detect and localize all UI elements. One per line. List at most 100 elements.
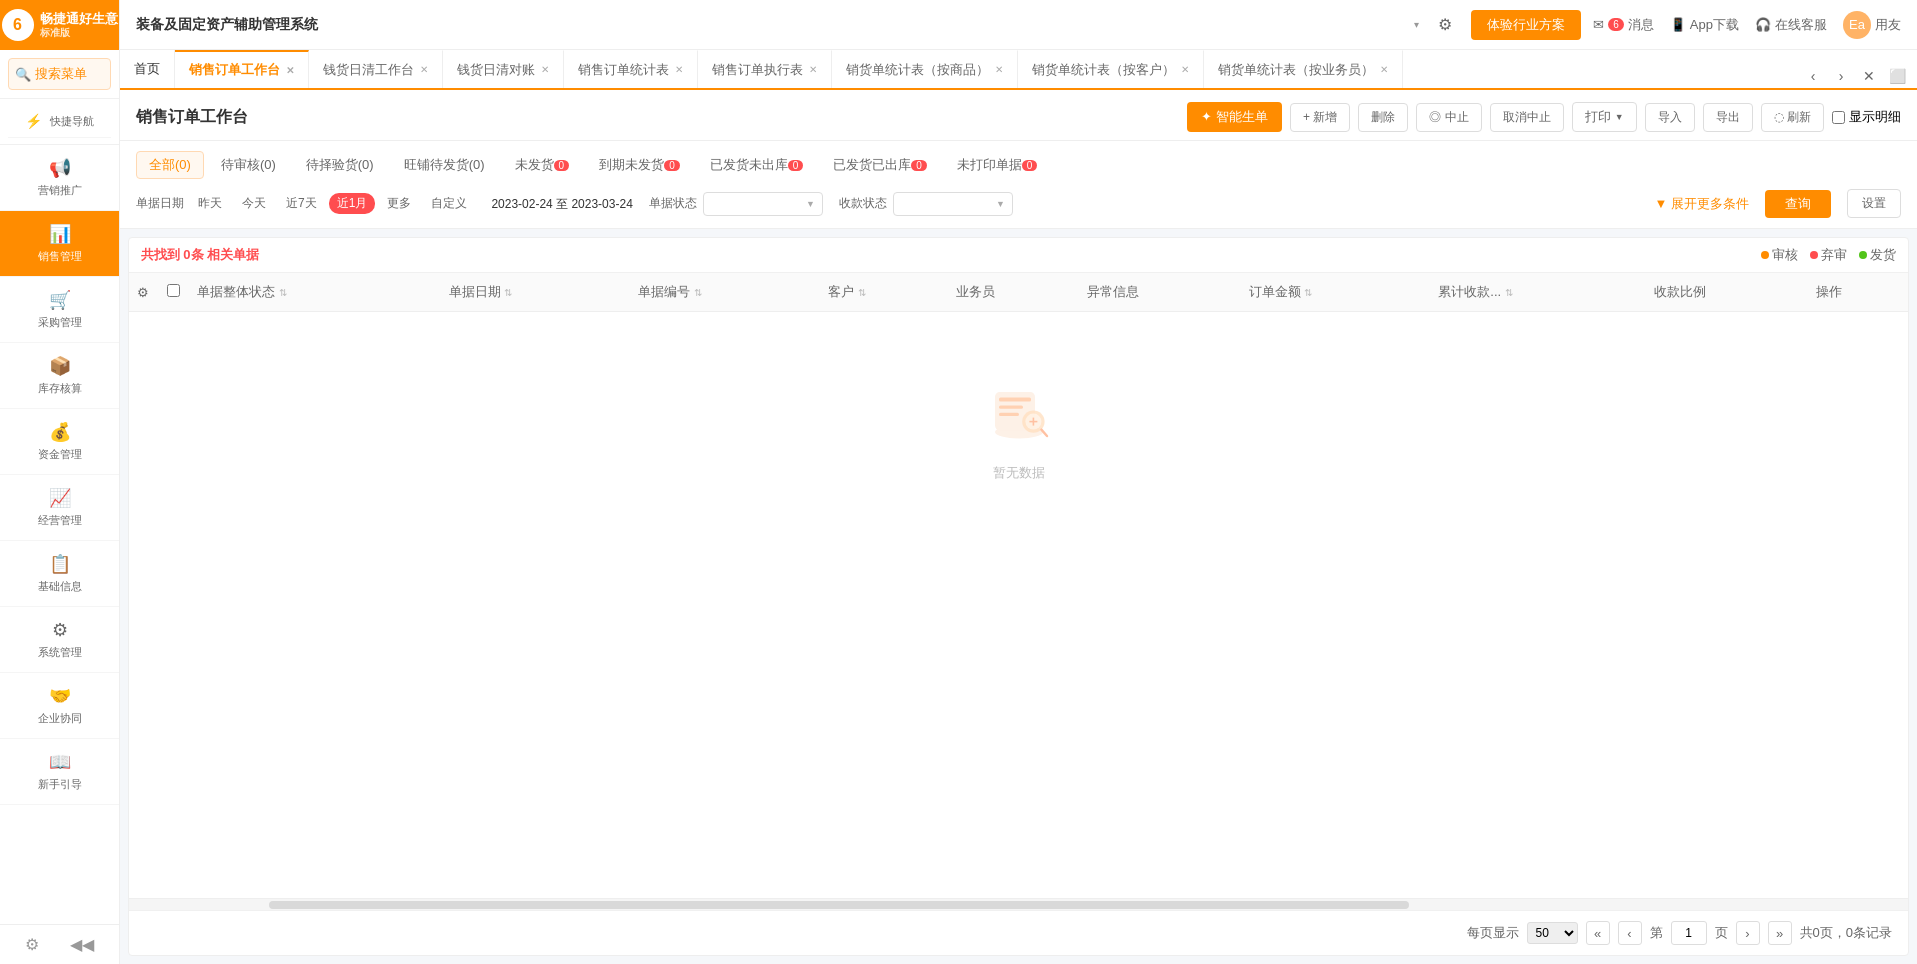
sidebar-item-销售管理[interactable]: 📊销售管理 — [0, 211, 119, 277]
reject-action[interactable]: 弃审 — [1810, 246, 1847, 264]
date-opt-今天[interactable]: 今天 — [234, 193, 274, 214]
tab-close-8[interactable]: ✕ — [1380, 64, 1388, 75]
tab-1[interactable]: 销售订单工作台✕ — [175, 50, 309, 88]
col-customer: 客户 ⇅ — [820, 273, 948, 312]
settings-icon[interactable]: ⚙ — [25, 935, 39, 954]
payment-select[interactable] — [893, 192, 1013, 216]
date-opt-昨天[interactable]: 昨天 — [190, 193, 230, 214]
online-service-button[interactable]: 🎧 在线客服 — [1755, 16, 1827, 34]
prev-page-button[interactable]: ‹ — [1618, 921, 1642, 945]
message-badge: 6 — [1608, 18, 1624, 31]
date-opt-自定义[interactable]: 自定义 — [423, 193, 475, 214]
filter-tab-2[interactable]: 待择验货(0) — [293, 151, 387, 179]
date-opt-近1月[interactable]: 近1月 — [329, 193, 376, 214]
message-button[interactable]: ✉ 6 消息 — [1593, 16, 1654, 34]
sidebar-item-经营管理[interactable]: 📈经营管理 — [0, 475, 119, 541]
nav-icon-1: 📊 — [49, 223, 71, 245]
query-button[interactable]: 查询 — [1765, 190, 1831, 218]
sidebar-item-quick-nav[interactable]: ⚡ 快捷导航 — [8, 105, 111, 138]
status-select[interactable] — [703, 192, 823, 216]
col-checkbox — [159, 273, 189, 312]
show-detail-checkbox[interactable] — [1832, 111, 1845, 124]
tab-7[interactable]: 销货单统计表（按客户）✕ — [1018, 50, 1204, 88]
sort-icon[interactable]: ⇅ — [504, 287, 512, 298]
sidebar-item-库存核算[interactable]: 📦库存核算 — [0, 343, 119, 409]
sidebar-item-基础信息[interactable]: 📋基础信息 — [0, 541, 119, 607]
smart-create-button[interactable]: ✦ 智能生单 — [1187, 102, 1282, 132]
sort-icon[interactable]: ⇅ — [694, 287, 702, 298]
tab-scroll-left-button[interactable]: ‹ — [1801, 64, 1825, 88]
sort-icon[interactable]: ⇅ — [858, 287, 866, 298]
last-page-button[interactable]: » — [1768, 921, 1792, 945]
filter-tab-6[interactable]: 已发货未出库0 — [697, 151, 817, 179]
system-dropdown-arrow[interactable]: ▾ — [1414, 19, 1419, 30]
tab-8[interactable]: 销货单统计表（按业务员）✕ — [1204, 50, 1403, 88]
expand-more-button[interactable]: ▼ 展开更多条件 — [1655, 195, 1749, 213]
filter-tab-0[interactable]: 全部(0) — [136, 151, 204, 179]
filter-tab-8[interactable]: 未打印单据0 — [944, 151, 1051, 179]
collapse-icon[interactable]: ◀◀ — [70, 935, 94, 954]
filter-tab-3[interactable]: 旺铺待发货(0) — [391, 151, 498, 179]
export-button[interactable]: 导出 — [1703, 103, 1753, 132]
tab-6[interactable]: 销货单统计表（按商品）✕ — [832, 50, 1018, 88]
search-menu-button[interactable]: 🔍 搜索菜单 — [8, 58, 111, 90]
page-number-input[interactable] — [1671, 921, 1707, 945]
filter-tab-4[interactable]: 未发货0 — [502, 151, 583, 179]
cancel-stop-button[interactable]: 取消中止 — [1490, 103, 1564, 132]
user-menu-button[interactable]: Ea 用友 — [1843, 11, 1901, 39]
status-select-wrap — [703, 192, 823, 216]
sidebar-item-新手引导[interactable]: 📖新手引导 — [0, 739, 119, 805]
tab-5[interactable]: 销售订单执行表✕ — [698, 50, 832, 88]
tab-maximize-button[interactable]: ⬜ — [1885, 64, 1909, 88]
filter-tab-7[interactable]: 已发货已出库0 — [820, 151, 940, 179]
table-scroll[interactable]: ⚙ 单据整体状态 ⇅ 单据日期 ⇅ 单据编号 ⇅ 客户 ⇅ 业务员 异常信息 订… — [129, 273, 1908, 898]
tab-4[interactable]: 销售订单统计表✕ — [564, 50, 698, 88]
solution-button[interactable]: 体验行业方案 — [1471, 10, 1581, 40]
settings-gear-icon[interactable]: ⚙ — [1431, 11, 1459, 39]
sidebar-item-采购管理[interactable]: 🛒采购管理 — [0, 277, 119, 343]
sidebar-item-企业协同[interactable]: 🤝企业协同 — [0, 673, 119, 739]
scrollbar-thumb[interactable] — [269, 901, 1409, 909]
date-opt-更多[interactable]: 更多 — [379, 193, 419, 214]
show-detail-label[interactable]: 显示明细 — [1832, 108, 1901, 126]
sort-icon[interactable]: ⇅ — [1304, 287, 1312, 298]
tab-close-5[interactable]: ✕ — [809, 64, 817, 75]
tab-close-1[interactable]: ✕ — [286, 65, 294, 76]
next-page-button[interactable]: › — [1736, 921, 1760, 945]
sort-icon[interactable]: ⇅ — [279, 287, 287, 298]
first-page-button[interactable]: « — [1586, 921, 1610, 945]
sort-icon[interactable]: ⇅ — [1505, 287, 1513, 298]
tab-2[interactable]: 钱货日清工作台✕ — [309, 50, 443, 88]
sidebar-item-营销推广[interactable]: 📢营销推广 — [0, 145, 119, 211]
app-download-button[interactable]: 📱 App下载 — [1670, 16, 1739, 34]
sidebar-item-资金管理[interactable]: 💰资金管理 — [0, 409, 119, 475]
tab-scroll-right-button[interactable]: › — [1829, 64, 1853, 88]
content-area: 销售订单工作台 ✦ 智能生单 + 新增 删除 ◎ 中止 取消中止 打印 ▼ 导入… — [120, 90, 1917, 964]
add-button[interactable]: + 新增 — [1290, 103, 1350, 132]
filter-tab-1[interactable]: 待审核(0) — [208, 151, 289, 179]
tab-close-6[interactable]: ✕ — [995, 64, 1003, 75]
select-all-checkbox[interactable] — [167, 284, 180, 297]
delete-button[interactable]: 删除 — [1358, 103, 1408, 132]
stop-button[interactable]: ◎ 中止 — [1416, 103, 1481, 132]
set-button[interactable]: 设置 — [1847, 189, 1901, 218]
deliver-action[interactable]: 发货 — [1859, 246, 1896, 264]
sidebar-item-系统管理[interactable]: ⚙系统管理 — [0, 607, 119, 673]
refresh-button[interactable]: ◌ 刷新 — [1761, 103, 1824, 132]
print-button[interactable]: 打印 ▼ — [1572, 102, 1637, 132]
tab-close-all-button[interactable]: ✕ — [1857, 64, 1881, 88]
import-button[interactable]: 导入 — [1645, 103, 1695, 132]
approve-action[interactable]: 审核 — [1761, 246, 1798, 264]
scrollbar-area[interactable] — [129, 898, 1908, 910]
tab-close-7[interactable]: ✕ — [1181, 64, 1189, 75]
tab-close-2[interactable]: ✕ — [420, 64, 428, 75]
tab-close-4[interactable]: ✕ — [675, 64, 683, 75]
tab-close-3[interactable]: ✕ — [541, 64, 549, 75]
nav-icon-2: 🛒 — [49, 289, 71, 311]
tab-home[interactable]: 首页 — [120, 50, 175, 88]
date-opt-近7天[interactable]: 近7天 — [278, 193, 325, 214]
page-size-select[interactable]: 10 20 50 100 — [1527, 922, 1578, 944]
tab-3[interactable]: 钱货日清对账✕ — [443, 50, 564, 88]
table-section: 共找到 0条 相关单据 审核 弃审 发货 — [128, 237, 1909, 956]
filter-tab-5[interactable]: 到期未发货0 — [586, 151, 693, 179]
